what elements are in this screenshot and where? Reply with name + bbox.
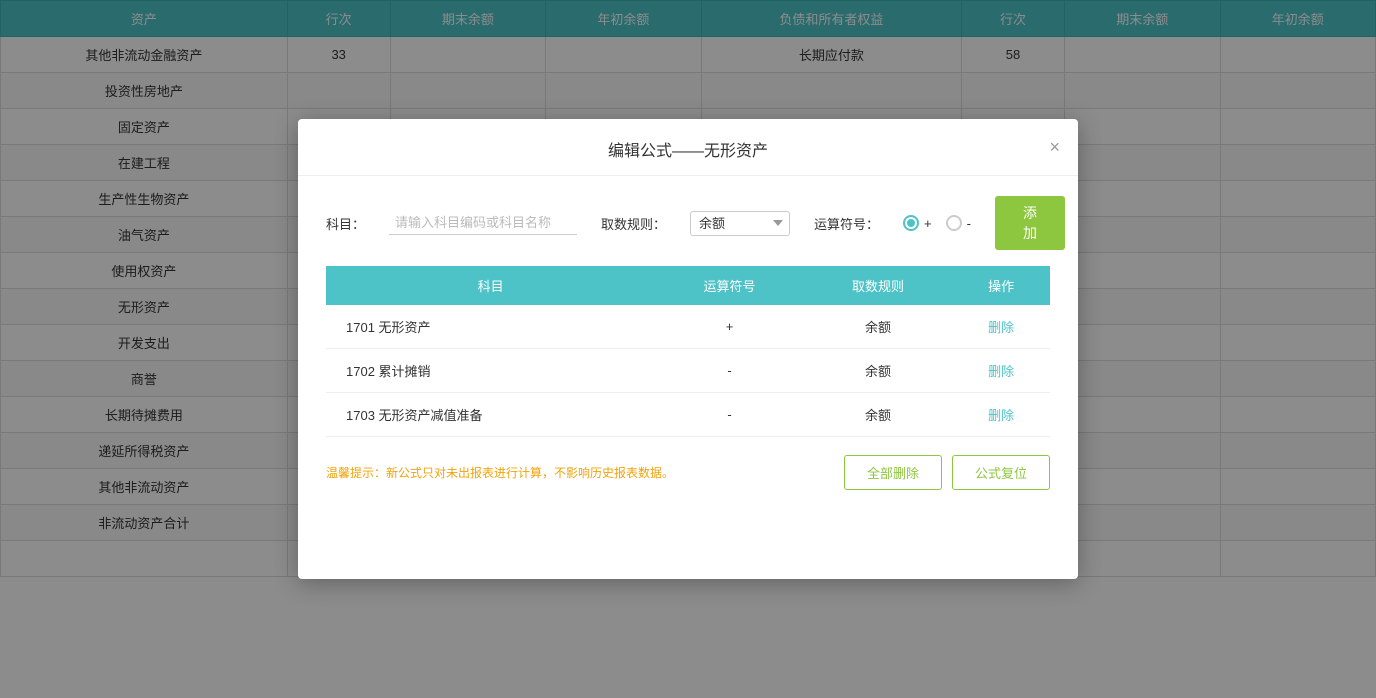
form-row: 科目： 取数规则： 余额 借方发生额 贷方发生额 运算符号： + - bbox=[298, 176, 1078, 266]
formula-action-cell: 删除 bbox=[952, 305, 1050, 349]
radio-minus-circle bbox=[946, 215, 962, 231]
formula-action-cell: 删除 bbox=[952, 349, 1050, 393]
modal-overlay: 编辑公式——无形资产 × 科目： 取数规则： 余额 借方发生额 贷方发生额 运算… bbox=[0, 0, 1376, 698]
delete-row-1-button[interactable]: 删除 bbox=[988, 361, 1014, 380]
table-header-row: 科目运算符号取数规则操作 bbox=[326, 266, 1050, 305]
formula-operator-cell: - bbox=[655, 393, 804, 437]
subject-label: 科目： bbox=[326, 214, 365, 233]
operator-minus-radio[interactable]: - bbox=[946, 215, 971, 231]
operator-plus-radio[interactable]: + bbox=[903, 215, 932, 231]
add-button[interactable]: 添加 bbox=[995, 196, 1065, 250]
delete-all-button[interactable]: 全部删除 bbox=[844, 455, 942, 490]
delete-row-0-button[interactable]: 删除 bbox=[988, 317, 1014, 336]
operator-radio-group: + - bbox=[903, 215, 971, 231]
footer-tip: 温馨提示：新公式只对未出报表进行计算，不影响历史报表数据。 bbox=[326, 464, 674, 481]
modal-footer: 温馨提示：新公式只对未出报表进行计算，不影响历史报表数据。 全部删除 公式复位 bbox=[298, 437, 1078, 490]
modal-title: 编辑公式——无形资产 bbox=[608, 137, 768, 161]
operator-minus-label: - bbox=[967, 216, 971, 231]
formula-col-header: 运算符号 bbox=[655, 266, 804, 305]
formula-rule-cell: 余额 bbox=[804, 393, 953, 437]
formula-col-header: 科目 bbox=[326, 266, 655, 305]
formula-rule-cell: 余额 bbox=[804, 349, 953, 393]
formula-action-cell: 删除 bbox=[952, 393, 1050, 437]
formula-col-header: 操作 bbox=[952, 266, 1050, 305]
subject-input[interactable] bbox=[389, 211, 577, 235]
modal: 编辑公式——无形资产 × 科目： 取数规则： 余额 借方发生额 贷方发生额 运算… bbox=[298, 119, 1078, 579]
modal-close-button[interactable]: × bbox=[1049, 138, 1060, 156]
formula-table-row: 1703 无形资产减值准备-余额 删除 bbox=[326, 393, 1050, 437]
formula-table-row: 1701 无形资产+余额 删除 bbox=[326, 305, 1050, 349]
rule-select[interactable]: 余额 借方发生额 贷方发生额 bbox=[690, 211, 790, 236]
formula-operator-cell: - bbox=[655, 349, 804, 393]
rule-select-wrap: 余额 借方发生额 贷方发生额 bbox=[690, 211, 790, 236]
formula-subject-cell: 1702 累计摊销 bbox=[326, 349, 655, 393]
radio-plus-circle bbox=[903, 215, 919, 231]
formula-table-row: 1702 累计摊销-余额 删除 bbox=[326, 349, 1050, 393]
modal-header: 编辑公式——无形资产 × bbox=[298, 119, 1078, 176]
operator-plus-label: + bbox=[924, 216, 932, 231]
inner-table-wrap: 科目运算符号取数规则操作 1701 无形资产+余额删除1702 累计摊销-余额删… bbox=[326, 266, 1050, 437]
rule-label: 取数规则： bbox=[601, 214, 666, 233]
formula-subject-cell: 1703 无形资产减值准备 bbox=[326, 393, 655, 437]
formula-table: 科目运算符号取数规则操作 1701 无形资产+余额删除1702 累计摊销-余额删… bbox=[326, 266, 1050, 437]
formula-rule-cell: 余额 bbox=[804, 305, 953, 349]
formula-operator-cell: + bbox=[655, 305, 804, 349]
operator-label: 运算符号： bbox=[814, 214, 879, 233]
table-body: 1701 无形资产+余额删除1702 累计摊销-余额删除1703 无形资产减值准… bbox=[326, 305, 1050, 437]
delete-row-2-button[interactable]: 删除 bbox=[988, 405, 1014, 424]
footer-buttons: 全部删除 公式复位 bbox=[844, 455, 1050, 490]
formula-subject-cell: 1701 无形资产 bbox=[326, 305, 655, 349]
formula-col-header: 取数规则 bbox=[804, 266, 953, 305]
reset-formula-button[interactable]: 公式复位 bbox=[952, 455, 1050, 490]
